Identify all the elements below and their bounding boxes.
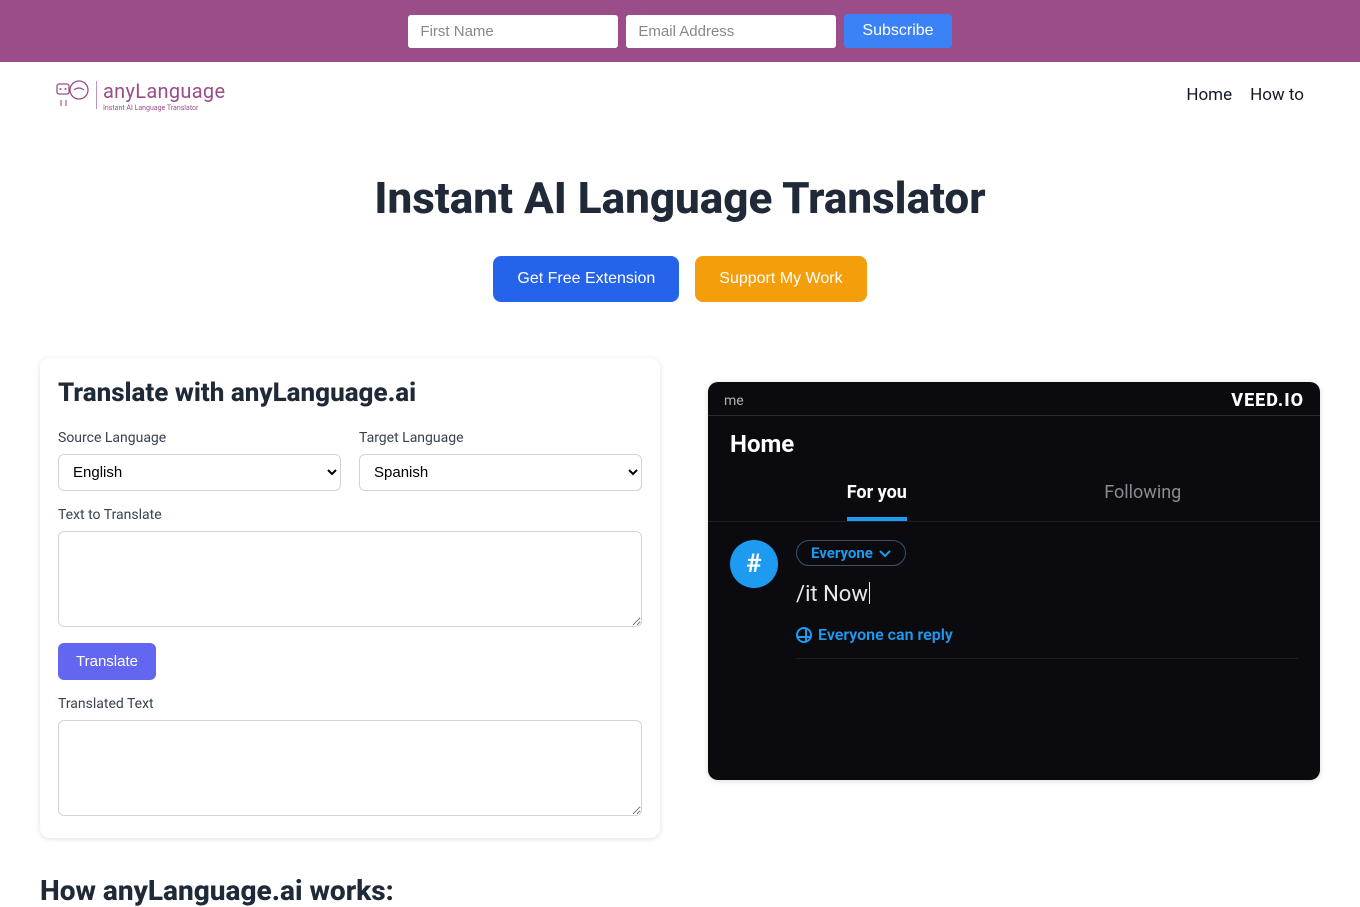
chevron-down-icon: [879, 544, 891, 562]
audience-label: Everyone: [811, 544, 873, 562]
target-language-select[interactable]: Spanish: [359, 454, 642, 491]
tab-following[interactable]: Following: [1104, 482, 1181, 521]
source-language-label: Source Language: [58, 430, 341, 446]
text-cursor: [869, 582, 870, 604]
compose-row: # Everyone /it Now Everyone can reply: [708, 522, 1320, 667]
page-title: Instant AI Language Translator: [20, 172, 1340, 224]
video-topbar-me: me: [724, 393, 744, 409]
brand-logo[interactable]: anyLanguage Instant AI Language Translat…: [56, 78, 225, 112]
source-language-select[interactable]: English: [58, 454, 341, 491]
veed-logo: VEED.IO: [1231, 390, 1304, 411]
nav-links: Home How to: [1186, 85, 1304, 105]
how-it-works-heading: How anyLanguage.ai works:: [0, 862, 1360, 907]
reply-text: Everyone can reply: [818, 625, 953, 644]
navbar: anyLanguage Instant AI Language Translat…: [0, 62, 1360, 128]
video-topbar: me VEED.IO: [708, 382, 1320, 416]
subscribe-button[interactable]: Subscribe: [844, 14, 951, 48]
source-language-field: Source Language English: [58, 430, 341, 491]
globe-icon: [796, 627, 812, 643]
translated-text-output[interactable]: [58, 720, 642, 816]
brand-tagline: Instant AI Language Translator: [103, 104, 225, 112]
video-home-title: Home: [708, 416, 1320, 464]
demo-video-frame[interactable]: me VEED.IO Home For you Following # Ever…: [708, 382, 1320, 780]
translator-card: Translate with anyLanguage.ai Source Lan…: [40, 358, 660, 838]
avatar: #: [730, 540, 778, 588]
language-row: Source Language English Target Language …: [58, 430, 642, 491]
compose-text[interactable]: /it Now: [796, 582, 1298, 607]
target-language-field: Target Language Spanish: [359, 430, 642, 491]
support-button[interactable]: Support My Work: [695, 256, 866, 302]
nav-howto[interactable]: How to: [1250, 85, 1304, 105]
first-name-input[interactable]: [408, 15, 618, 48]
brand-name: anyLanguage: [103, 79, 225, 103]
hero-section: Instant AI Language Translator Get Free …: [0, 128, 1360, 334]
text-to-translate-label: Text to Translate: [58, 507, 642, 523]
get-extension-button[interactable]: Get Free Extension: [493, 256, 679, 302]
translated-text-field: Translated Text: [58, 696, 642, 816]
text-to-translate-input[interactable]: [58, 531, 642, 627]
logo-divider: [96, 81, 97, 109]
subscribe-banner: Subscribe: [0, 0, 1360, 62]
compose-body: Everyone /it Now Everyone can reply: [796, 540, 1298, 659]
translator-heading: Translate with anyLanguage.ai: [58, 378, 642, 408]
translated-text-label: Translated Text: [58, 696, 642, 712]
hero-buttons: Get Free Extension Support My Work: [20, 256, 1340, 302]
nav-home[interactable]: Home: [1186, 85, 1232, 105]
reply-line[interactable]: Everyone can reply: [796, 625, 1298, 659]
logo-icon: [56, 78, 90, 112]
tab-for-you[interactable]: For you: [847, 482, 907, 521]
audience-pill[interactable]: Everyone: [796, 540, 906, 566]
brand-text-wrap: anyLanguage Instant AI Language Translat…: [103, 79, 225, 112]
video-tabs: For you Following: [708, 464, 1320, 522]
text-to-translate-field: Text to Translate: [58, 507, 642, 627]
demo-video-panel: me VEED.IO Home For you Following # Ever…: [708, 382, 1320, 780]
translate-button[interactable]: Translate: [58, 643, 156, 680]
main-row: Translate with anyLanguage.ai Source Lan…: [0, 334, 1360, 862]
email-input[interactable]: [626, 15, 836, 48]
target-language-label: Target Language: [359, 430, 642, 446]
